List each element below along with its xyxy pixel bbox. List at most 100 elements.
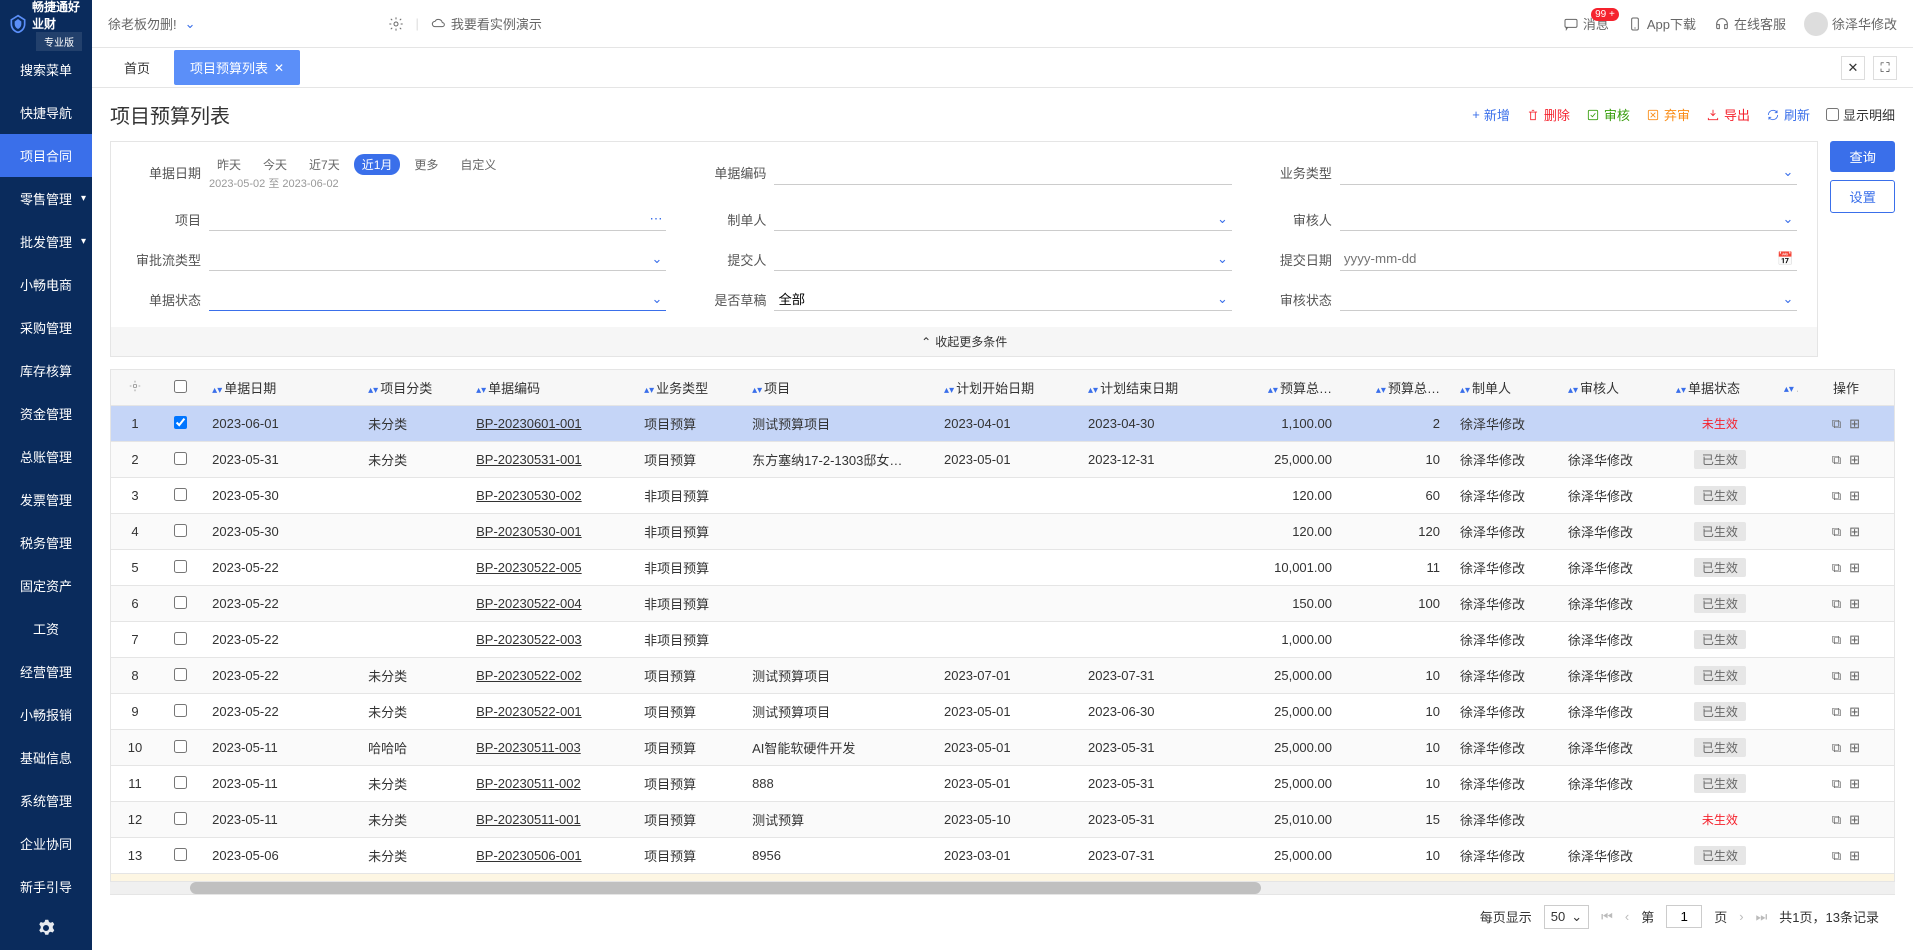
settings-gear[interactable] [388, 16, 404, 32]
sidebar-item-10[interactable]: 发票管理 [0, 478, 92, 521]
sidebar-item-0[interactable]: 搜索菜单 [0, 48, 92, 91]
col-project[interactable]: ▴▾项目 [742, 370, 934, 406]
view-icon[interactable]: ⧉ [1832, 812, 1841, 828]
close-tabs-button[interactable]: ✕ [1841, 56, 1865, 80]
filter-submitdate-input[interactable] [1340, 247, 1797, 270]
view-icon[interactable]: ⧉ [1832, 632, 1841, 648]
sidebar-item-19[interactable]: 新手引导 [0, 865, 92, 908]
chevron-down-icon[interactable]: ⌄ [1217, 211, 1228, 227]
view-icon[interactable]: ⧉ [1832, 416, 1841, 432]
sidebar-item-14[interactable]: 经营管理 [0, 650, 92, 693]
collapse-filter-button[interactable]: ⌃ 收起更多条件 [111, 327, 1817, 356]
date-pill-3[interactable]: 近1月 [354, 154, 401, 175]
col-end[interactable]: ▴▾计划结束日期 [1078, 370, 1222, 406]
table-row[interactable]: 10 2023-05-11 哈哈哈 BP-20230511-003 项目预算 A… [111, 730, 1894, 766]
show-detail-checkbox[interactable]: 显示明细 [1826, 105, 1895, 124]
table-row[interactable]: 3 2023-05-30 BP-20230530-002 非项目预算 120.0… [111, 478, 1894, 514]
filter-docstatus-input[interactable] [209, 287, 666, 310]
sidebar-item-17[interactable]: 系统管理 [0, 779, 92, 822]
code-link[interactable]: BP-20230522-001 [476, 704, 582, 719]
tab-0[interactable]: 首页 [108, 50, 166, 85]
code-link[interactable]: BP-20230522-004 [476, 596, 582, 611]
chevron-down-icon[interactable]: ⌄ [1782, 164, 1793, 180]
date-pill-2[interactable]: 近7天 [301, 154, 348, 175]
code-link[interactable]: BP-20230530-002 [476, 488, 582, 503]
ellipsis-icon[interactable]: ⋯ [649, 211, 662, 227]
view-icon[interactable]: ⧉ [1832, 704, 1841, 720]
filter-draft-input[interactable] [774, 287, 1231, 310]
col-auditor[interactable]: ▴▾审核人 [1558, 370, 1666, 406]
code-link[interactable]: BP-20230531-001 [476, 452, 582, 467]
org-selector[interactable]: 徐老板勿删! ⌄ [108, 14, 376, 33]
view-icon[interactable]: ⧉ [1832, 488, 1841, 504]
sidebar-item-15[interactable]: 小畅报销 [0, 693, 92, 736]
sidebar-item-18[interactable]: 企业协同 [0, 822, 92, 865]
chevron-down-icon[interactable]: ⌄ [1782, 211, 1793, 227]
calendar-icon[interactable]: 📅 [1777, 251, 1793, 267]
demo-button[interactable]: 我要看实例演示 [431, 14, 542, 33]
filter-maker-input[interactable] [774, 207, 1231, 230]
filter-project-input[interactable] [209, 207, 666, 230]
delete-button[interactable]: 删除 [1526, 105, 1570, 124]
first-page-button[interactable]: ⏮ [1601, 909, 1613, 925]
filter-auditstatus-input[interactable] [1340, 287, 1797, 310]
more-icon[interactable]: ⊞ [1849, 560, 1860, 576]
col-cnt[interactable]: ▴▾预算总… [1342, 370, 1450, 406]
more-icon[interactable]: ⊞ [1849, 632, 1860, 648]
col-biztype[interactable]: ▴▾业务类型 [634, 370, 742, 406]
download-button[interactable]: App下载 [1627, 14, 1696, 33]
support-button[interactable]: 在线客服 [1714, 14, 1786, 33]
next-page-button[interactable]: › [1739, 909, 1743, 924]
code-link[interactable]: BP-20230530-001 [476, 524, 582, 539]
col-status[interactable]: ▴▾单据状态 [1666, 370, 1774, 406]
filter-submitter-input[interactable] [774, 247, 1231, 270]
col-start[interactable]: ▴▾计划开始日期 [934, 370, 1078, 406]
table-row[interactable]: 9 2023-05-22 未分类 BP-20230522-001 项目预算 测试… [111, 694, 1894, 730]
table-row[interactable]: 13 2023-05-06 未分类 BP-20230506-001 项目预算 8… [111, 838, 1894, 874]
sidebar-item-16[interactable]: 基础信息 [0, 736, 92, 779]
more-icon[interactable]: ⊞ [1849, 524, 1860, 540]
view-icon[interactable]: ⧉ [1832, 560, 1841, 576]
code-link[interactable]: BP-20230511-003 [476, 740, 581, 755]
more-icon[interactable]: ⊞ [1849, 776, 1860, 792]
date-pill-0[interactable]: 昨天 [209, 154, 249, 175]
table-row[interactable]: 4 2023-05-30 BP-20230530-001 非项目预算 120.0… [111, 514, 1894, 550]
query-button[interactable]: 查询 [1830, 141, 1895, 172]
code-link[interactable]: BP-20230522-005 [476, 560, 582, 575]
add-button[interactable]: +新增 [1472, 105, 1510, 124]
export-button[interactable]: 导出 [1706, 105, 1750, 124]
view-icon[interactable]: ⧉ [1832, 668, 1841, 684]
sidebar-item-12[interactable]: 固定资产 [0, 564, 92, 607]
code-link[interactable]: BP-20230601-001 [476, 416, 582, 431]
sidebar-item-6[interactable]: 采购管理 [0, 306, 92, 349]
more-icon[interactable]: ⊞ [1849, 596, 1860, 612]
view-icon[interactable]: ⧉ [1832, 848, 1841, 864]
more-icon[interactable]: ⊞ [1849, 488, 1860, 504]
code-link[interactable]: BP-20230522-003 [476, 632, 582, 647]
last-page-button[interactable]: ⏭ [1756, 909, 1768, 925]
sidebar-settings[interactable] [0, 909, 92, 950]
more-icon[interactable]: ⊞ [1849, 812, 1860, 828]
sidebar-item-1[interactable]: 快捷导航 [0, 91, 92, 134]
code-link[interactable]: BP-20230506-001 [476, 848, 582, 863]
messages-button[interactable]: 消息 99 + [1563, 14, 1609, 33]
abandon-button[interactable]: 弃审 [1646, 105, 1690, 124]
fullscreen-button[interactable]: ⛶ [1873, 56, 1897, 80]
audit-button[interactable]: 审核 [1586, 105, 1630, 124]
table-row[interactable]: 6 2023-05-22 BP-20230522-004 非项目预算 150.0… [111, 586, 1894, 622]
sidebar-item-11[interactable]: 税务管理 [0, 521, 92, 564]
col-date[interactable]: ▴▾单据日期 [202, 370, 358, 406]
table-row[interactable]: 5 2023-05-22 BP-20230522-005 非项目预算 10,00… [111, 550, 1894, 586]
view-icon[interactable]: ⧉ [1832, 452, 1841, 468]
chevron-down-icon[interactable]: ⌄ [1782, 291, 1793, 307]
more-icon[interactable]: ⊞ [1849, 848, 1860, 864]
filter-auditor-input[interactable] [1340, 207, 1797, 230]
table-row[interactable]: 1 2023-06-01 未分类 BP-20230601-001 项目预算 测试… [111, 406, 1894, 442]
date-pill-5[interactable]: 自定义 [452, 154, 504, 175]
sidebar-item-8[interactable]: 资金管理 [0, 392, 92, 435]
horizontal-scrollbar[interactable] [110, 882, 1895, 894]
sidebar-item-2[interactable]: 项目合同 [0, 134, 92, 177]
chevron-down-icon[interactable]: ⌄ [652, 291, 663, 307]
more-icon[interactable]: ⊞ [1849, 452, 1860, 468]
sidebar-item-9[interactable]: 总账管理 [0, 435, 92, 478]
